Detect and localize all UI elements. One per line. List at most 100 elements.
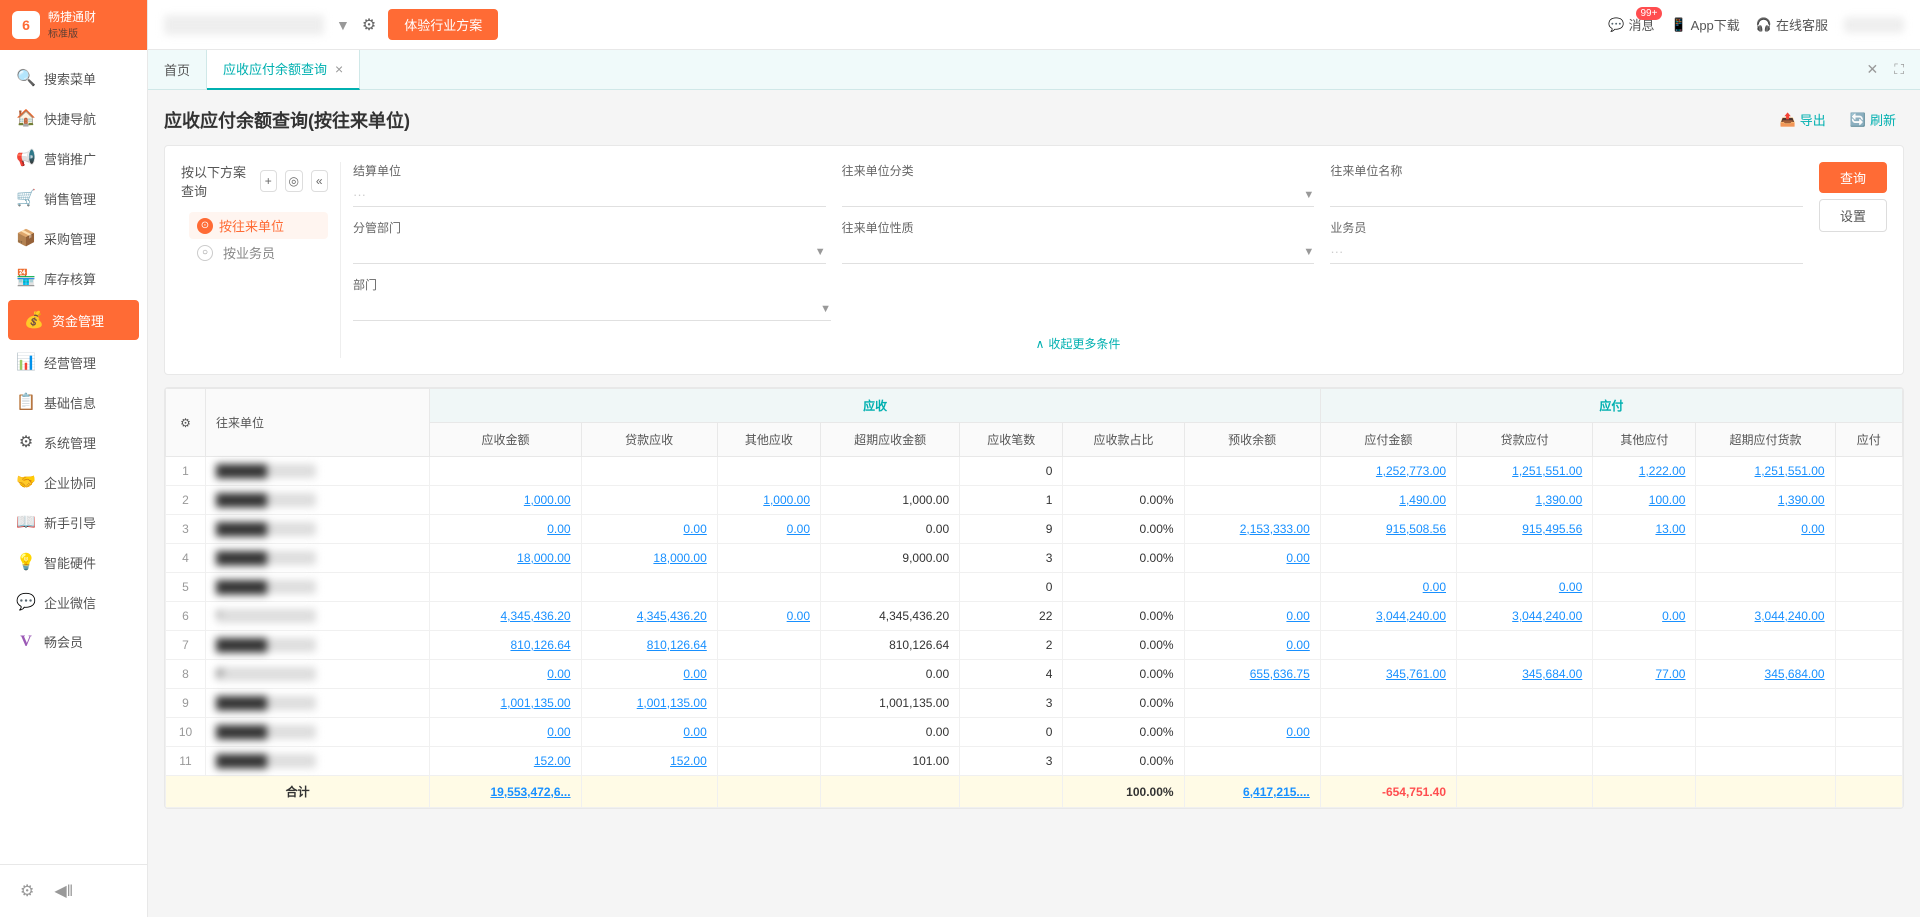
- refresh-button[interactable]: 🔄 刷新: [1842, 106, 1904, 133]
- ap-loan-cell[interactable]: 915,495.56: [1457, 515, 1593, 544]
- department-value[interactable]: ▼: [353, 297, 831, 321]
- msg-button[interactable]: 💬 消息 99+: [1608, 15, 1654, 34]
- ar-loan-cell[interactable]: 0.00: [581, 660, 717, 689]
- filter-main: 结算单位 ··· 往来单位分类 ▼: [353, 162, 1803, 358]
- ap-overdue-cell[interactable]: 1,251,551.00: [1696, 457, 1835, 486]
- sidebar-item-wechat[interactable]: 💬 企业微信: [0, 582, 147, 622]
- ap-other-cell[interactable]: 1,222.00: [1593, 457, 1696, 486]
- ar-loan-cell[interactable]: 18,000.00: [581, 544, 717, 573]
- sidebar-item-search[interactable]: 🔍 搜索菜单: [0, 58, 147, 98]
- ar-prepay-cell[interactable]: 0.00: [1184, 602, 1320, 631]
- ar-prepay-cell[interactable]: 655,636.75: [1184, 660, 1320, 689]
- sidebar-item-sales[interactable]: 🛒 销售管理: [0, 178, 147, 218]
- ap-other-cell[interactable]: 13.00: [1593, 515, 1696, 544]
- footer-ar-amt[interactable]: 19,553,472,6...: [430, 776, 581, 808]
- sidebar-item-finance[interactable]: 💰 资金管理: [8, 300, 139, 340]
- ap-loan-cell[interactable]: 0.00: [1457, 573, 1593, 602]
- ar-other-cell[interactable]: 0.00: [717, 602, 820, 631]
- app-download-button[interactable]: 📱 App下载: [1670, 15, 1739, 34]
- promo-button[interactable]: 体验行业方案: [388, 9, 498, 40]
- ar-loan-cell[interactable]: 1,001,135.00: [581, 689, 717, 718]
- ar-amt-cell[interactable]: 810,126.64: [430, 631, 581, 660]
- entity-name-value[interactable]: [1330, 183, 1803, 207]
- ap-other-cell[interactable]: 0.00: [1593, 602, 1696, 631]
- ar-loan-cell[interactable]: 4,345,436.20: [581, 602, 717, 631]
- sidebar-item-purchase[interactable]: 📦 采购管理: [0, 218, 147, 258]
- ar-loan-cell[interactable]: 0.00: [581, 515, 717, 544]
- ar-loan-cell[interactable]: 0.00: [581, 718, 717, 747]
- category-value[interactable]: ▼: [842, 183, 1315, 207]
- ar-prepay-cell[interactable]: 2,153,333.00: [1184, 515, 1320, 544]
- sidebar-item-operations[interactable]: 📊 经营管理: [0, 342, 147, 382]
- ar-loan-cell[interactable]: 152.00: [581, 747, 717, 776]
- salesman-value[interactable]: ···: [1330, 240, 1803, 264]
- sidebar-item-smart-hw[interactable]: 💡 智能硬件: [0, 542, 147, 582]
- ar-other-cell[interactable]: 1,000.00: [717, 486, 820, 515]
- footer-settings-icon[interactable]: ⚙: [16, 877, 38, 905]
- ar-amt-cell[interactable]: 18,000.00: [430, 544, 581, 573]
- sidebar-item-system[interactable]: ⚙ 系统管理: [0, 422, 147, 462]
- filter-field-category: 往来单位分类 ▼: [842, 162, 1315, 207]
- ap-loan-cell[interactable]: 1,251,551.00: [1457, 457, 1593, 486]
- filter-target-button[interactable]: ◎: [285, 170, 303, 192]
- ap-overdue-cell[interactable]: 1,390.00: [1696, 486, 1835, 515]
- ap-other-cell[interactable]: 77.00: [1593, 660, 1696, 689]
- export-button[interactable]: 📤 导出: [1772, 106, 1834, 133]
- ar-amt-cell[interactable]: 1,001,135.00: [430, 689, 581, 718]
- tab-ar-ap[interactable]: 应收应付余额查询 ×: [207, 50, 360, 90]
- header-gear-icon[interactable]: ⚙: [362, 15, 376, 35]
- ap-amt-cell[interactable]: 1,252,773.00: [1320, 457, 1456, 486]
- ar-prepay-cell[interactable]: 0.00: [1184, 544, 1320, 573]
- dept-value[interactable]: ▼: [353, 240, 826, 264]
- ar-amt-cell[interactable]: 0.00: [430, 515, 581, 544]
- sidebar-item-member[interactable]: V 畅会员: [0, 622, 147, 661]
- window-close-icon[interactable]: ✕: [1862, 57, 1882, 82]
- ap-loan-cell[interactable]: 345,684.00: [1457, 660, 1593, 689]
- settings-button[interactable]: 设置: [1819, 199, 1887, 232]
- sidebar-item-marketing[interactable]: 📢 营销推广: [0, 138, 147, 178]
- entity-nature-label: 往来单位性质: [842, 219, 1315, 236]
- ap-amt-cell[interactable]: 0.00: [1320, 573, 1456, 602]
- ap-overdue-cell[interactable]: 345,684.00: [1696, 660, 1835, 689]
- ar-amt-cell[interactable]: 4,345,436.20: [430, 602, 581, 631]
- footer-collapse-icon[interactable]: ◀‖: [50, 877, 77, 905]
- ar-prepay-cell[interactable]: 0.00: [1184, 718, 1320, 747]
- ap-amt-cell[interactable]: 1,490.00: [1320, 486, 1456, 515]
- filter-option-by-salesman[interactable]: ○ 按业务员: [189, 239, 328, 266]
- ar-loan-cell[interactable]: 810,126.64: [581, 631, 717, 660]
- sidebar-item-inventory[interactable]: 🏪 库存核算: [0, 258, 147, 298]
- sidebar-item-basic-info[interactable]: 📋 基础信息: [0, 382, 147, 422]
- table-config-icon[interactable]: ⚙: [166, 389, 206, 457]
- tab-home[interactable]: 首页: [148, 50, 207, 90]
- tab-close-icon[interactable]: ×: [335, 61, 343, 77]
- footer-ar-prepay[interactable]: 6,417,215....: [1184, 776, 1320, 808]
- ar-other-cell[interactable]: 0.00: [717, 515, 820, 544]
- ar-amt-cell[interactable]: 152.00: [430, 747, 581, 776]
- window-expand-icon[interactable]: ⛶: [1890, 57, 1908, 82]
- ar-amt-cell[interactable]: 0.00: [430, 660, 581, 689]
- sidebar-item-quick-nav[interactable]: 🏠 快捷导航: [0, 98, 147, 138]
- query-button[interactable]: 查询: [1819, 162, 1887, 193]
- filter-option-by-entity[interactable]: ⊙ 按往来单位: [189, 212, 328, 239]
- entity-nature-value[interactable]: ▼: [842, 240, 1315, 264]
- sidebar-item-corp[interactable]: 🤝 企业协同: [0, 462, 147, 502]
- ap-amt-cell[interactable]: 915,508.56: [1320, 515, 1456, 544]
- ap-amt-cell[interactable]: 345,761.00: [1320, 660, 1456, 689]
- ap-overdue-cell[interactable]: 0.00: [1696, 515, 1835, 544]
- filter-add-button[interactable]: +: [260, 170, 278, 192]
- ar-amt-cell[interactable]: 1,000.00: [430, 486, 581, 515]
- ap-overdue-cell[interactable]: 3,044,240.00: [1696, 602, 1835, 631]
- settlement-value[interactable]: ···: [353, 183, 826, 207]
- ap-loan-cell[interactable]: 3,044,240.00: [1457, 602, 1593, 631]
- filter-row-1: 结算单位 ··· 往来单位分类 ▼: [353, 162, 1803, 207]
- online-service-button[interactable]: 🎧 在线客服: [1756, 15, 1828, 34]
- sidebar-item-guide[interactable]: 📖 新手引导: [0, 502, 147, 542]
- ap-loan-cell[interactable]: 1,390.00: [1457, 486, 1593, 515]
- msg-icon: 💬: [1608, 17, 1624, 33]
- collapse-more-button[interactable]: ∧ 收起更多条件: [353, 329, 1803, 358]
- filter-collapse-button[interactable]: «: [311, 170, 329, 192]
- ar-amt-cell[interactable]: 0.00: [430, 718, 581, 747]
- ap-other-cell[interactable]: 100.00: [1593, 486, 1696, 515]
- ap-amt-cell[interactable]: 3,044,240.00: [1320, 602, 1456, 631]
- ar-prepay-cell[interactable]: 0.00: [1184, 631, 1320, 660]
